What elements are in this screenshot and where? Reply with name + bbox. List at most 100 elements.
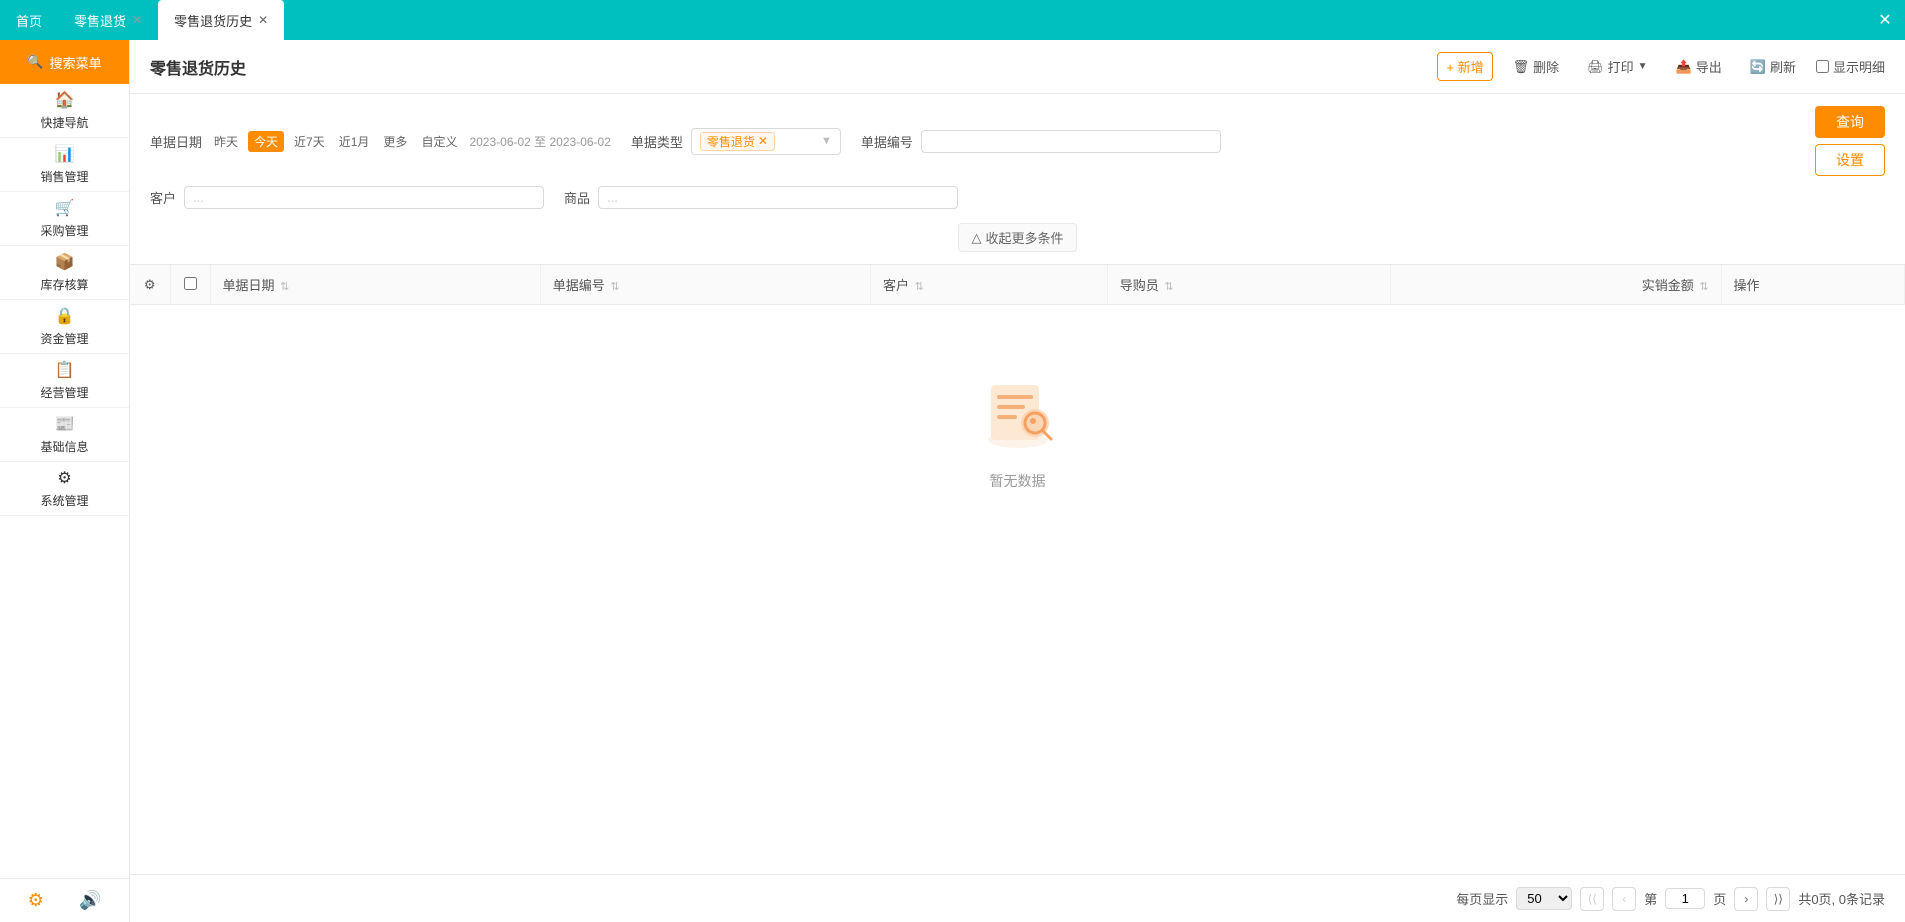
search-icon: 🔍	[27, 54, 43, 70]
date-opt-yesterday[interactable]: 昨天	[210, 131, 242, 152]
doc-num-input[interactable]	[921, 130, 1221, 153]
basic-info-icon: 📰	[55, 414, 75, 434]
th-actions: 操作	[1721, 265, 1904, 305]
header-actions: + 新增 🗑 删除 🖨 打印 ▼ 📤 导出 🔄 刷新	[1437, 52, 1885, 81]
first-page-button[interactable]: ⟨⟨	[1580, 887, 1604, 911]
empty-state: 暂无数据	[130, 305, 1905, 551]
purchase-icon: 🛒	[55, 198, 75, 218]
refresh-icon: 🔄	[1750, 59, 1766, 75]
date-filter: 单据日期 昨天 今天 近7天 近1月 更多 自定义 2023-06-02 至 2…	[150, 131, 611, 152]
prev-page-button[interactable]: ‹	[1612, 887, 1636, 911]
tab-home[interactable]: 首页	[0, 0, 58, 40]
last-page-button[interactable]: ⟩⟩	[1766, 887, 1790, 911]
doc-type-filter: 单据类型 零售退货 ✕ ▼	[631, 128, 841, 155]
customer-filter: 客户 ...	[150, 186, 544, 209]
pagination-bar: 每页显示 50 100 200 ⟨⟨ ‹ 第 页 › ⟩⟩ 共0页, 0条记录	[130, 874, 1905, 922]
next-page-button[interactable]: ›	[1734, 887, 1758, 911]
print-dropdown-icon: ▼	[1638, 61, 1648, 72]
export-icon: 📤	[1676, 59, 1692, 75]
refresh-button[interactable]: 🔄 刷新	[1742, 53, 1804, 80]
inventory-icon: 📦	[55, 252, 75, 272]
filter-area: 单据日期 昨天 今天 近7天 近1月 更多 自定义 2023-06-02 至 2…	[130, 94, 1905, 265]
th-amount[interactable]: 实销金额 ⇅	[1391, 265, 1721, 305]
date-opt-today[interactable]: 今天	[248, 131, 284, 152]
sort-amount-icon: ⇅	[1699, 281, 1708, 293]
sidebar-item-quick-nav[interactable]: 🏠 快捷导航	[0, 84, 129, 138]
select-all-checkbox[interactable]	[184, 277, 197, 290]
show-detail-checkbox[interactable]	[1816, 60, 1829, 73]
table-settings-icon[interactable]: ⚙	[144, 277, 156, 292]
close-tab-retail-return-history[interactable]: ✕	[258, 13, 268, 27]
sidebar-item-purchase[interactable]: 🛒 采购管理	[0, 192, 129, 246]
query-button[interactable]: 查询	[1815, 106, 1885, 138]
window-close-button[interactable]: ✕	[1865, 0, 1905, 40]
date-opt-1month[interactable]: 近1月	[335, 131, 374, 152]
settings-icon[interactable]: ⚙	[28, 890, 44, 911]
sort-customer-icon: ⇅	[915, 281, 924, 293]
collapse-button[interactable]: △ 收起更多条件	[958, 223, 1076, 252]
tab-retail-return[interactable]: 零售退货 ✕	[58, 0, 158, 40]
filter-row-1: 单据日期 昨天 今天 近7天 近1月 更多 自定义 2023-06-02 至 2…	[150, 106, 1885, 176]
sidebar-item-system[interactable]: ⚙ 系统管理	[0, 462, 129, 516]
print-icon: 🖨	[1587, 59, 1604, 75]
sales-icon: 📊	[55, 144, 75, 164]
page-number-input[interactable]	[1665, 888, 1705, 909]
empty-text: 暂无数据	[990, 471, 1046, 491]
date-opt-custom[interactable]: 自定义	[417, 131, 461, 152]
date-range-display: 2023-06-02 至 2023-06-02	[469, 133, 610, 150]
sidebar-item-inventory[interactable]: 📦 库存核算	[0, 246, 129, 300]
date-options: 昨天 今天 近7天 近1月 更多 自定义	[210, 131, 461, 152]
goods-filter: 商品 ...	[564, 186, 958, 209]
th-settings[interactable]: ⚙	[130, 265, 170, 305]
total-info: 共0页, 0条记录	[1798, 889, 1885, 908]
date-opt-7days[interactable]: 近7天	[290, 131, 329, 152]
sort-guide-icon: ⇅	[1164, 281, 1173, 293]
delete-icon: 🗑	[1513, 59, 1530, 75]
th-doc-num[interactable]: 单据编号 ⇅	[540, 265, 870, 305]
top-bar: 首页 零售退货 ✕ 零售退货历史 ✕ ✕	[0, 0, 1905, 40]
export-button[interactable]: 📤 导出	[1668, 53, 1730, 80]
chevron-down-icon: ▼	[821, 135, 832, 147]
print-button[interactable]: 🖨 打印 ▼	[1579, 53, 1655, 80]
sidebar-item-basic-info[interactable]: 📰 基础信息	[0, 408, 129, 462]
sort-doc-num-icon: ⇅	[610, 281, 619, 293]
goods-input[interactable]: ...	[598, 186, 958, 209]
finance-icon: 🔒	[55, 306, 75, 326]
content-area: 零售退货历史 + 新增 🗑 删除 🖨 打印 ▼ 📤 导出 🔄	[130, 40, 1905, 922]
query-btn-group: 查询 设置	[1815, 106, 1885, 176]
tag-close-icon[interactable]: ✕	[758, 134, 768, 148]
filter-row-2: 客户 ... 商品 ...	[150, 186, 1885, 209]
sidebar-item-finance[interactable]: 🔒 资金管理	[0, 300, 129, 354]
doc-num-filter: 单据编号	[861, 130, 1221, 153]
sidebar-item-sales[interactable]: 📊 销售管理	[0, 138, 129, 192]
audio-icon[interactable]: 🔊	[79, 890, 101, 911]
sidebar-item-operations[interactable]: 📋 经营管理	[0, 354, 129, 408]
empty-icon	[973, 365, 1063, 455]
operations-icon: 📋	[55, 360, 75, 380]
close-tab-retail-return[interactable]: ✕	[132, 13, 142, 27]
customer-input[interactable]: ...	[184, 186, 544, 209]
date-opt-more[interactable]: 更多	[379, 131, 411, 152]
page-size-select[interactable]: 50 100 200	[1516, 887, 1572, 910]
show-detail-label: 显示明细	[1816, 57, 1885, 76]
data-table: ⚙ 单据日期 ⇅ 单据编号 ⇅	[130, 265, 1905, 305]
doc-type-tag: 零售退货 ✕	[700, 132, 775, 151]
th-guide[interactable]: 导购员 ⇅	[1107, 265, 1391, 305]
sidebar-bottom: ⚙ 🔊	[0, 878, 129, 922]
delete-button[interactable]: 🗑 删除	[1505, 53, 1568, 80]
home-icon: 🏠	[55, 90, 75, 110]
sort-doc-date-icon: ⇅	[280, 281, 289, 293]
table-header-row: ⚙ 单据日期 ⇅ 单据编号 ⇅	[130, 265, 1905, 305]
settings-button[interactable]: 设置	[1815, 144, 1885, 176]
th-check[interactable]	[170, 265, 210, 305]
page-title: 零售退货历史	[150, 55, 246, 79]
table-container: ⚙ 单据日期 ⇅ 单据编号 ⇅	[130, 265, 1905, 874]
tab-retail-return-history[interactable]: 零售退货历史 ✕	[158, 0, 284, 40]
new-button[interactable]: + 新增	[1437, 52, 1492, 81]
th-customer[interactable]: 客户 ⇅	[871, 265, 1108, 305]
sidebar: 🔍 搜索菜单 🏠 快捷导航 📊 销售管理 🛒 采购管理 📦 库存核算 🔒 资金管…	[0, 40, 130, 922]
sidebar-search[interactable]: 🔍 搜索菜单	[0, 40, 129, 84]
collapse-icon: △	[971, 230, 981, 246]
doc-type-select[interactable]: 零售退货 ✕ ▼	[691, 128, 841, 155]
th-doc-date[interactable]: 单据日期 ⇅	[210, 265, 540, 305]
